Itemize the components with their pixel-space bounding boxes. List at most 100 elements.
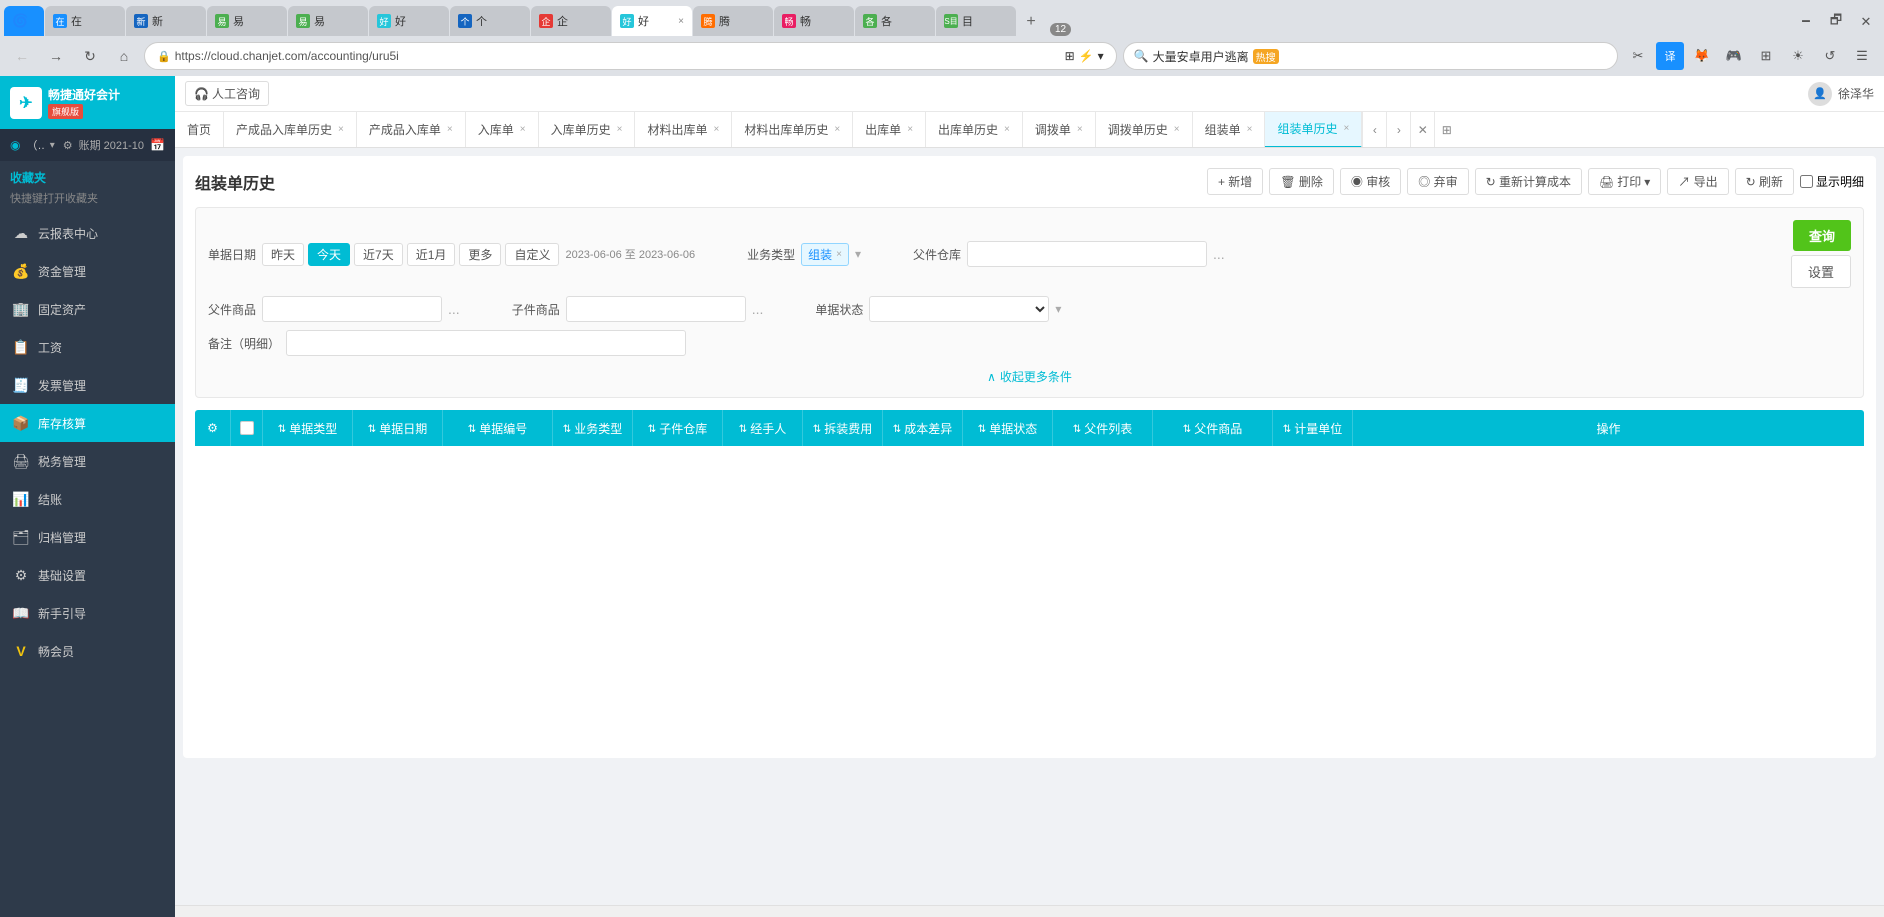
th-unit[interactable]: 计量单位 (1273, 410, 1353, 446)
custom-btn[interactable]: 自定义 (505, 243, 559, 266)
sidebar-item-fund[interactable]: 💰 资金管理 (0, 252, 175, 290)
tab-close-icon[interactable]: × (1343, 123, 1349, 134)
browser-tab-6[interactable]: 个 个 (450, 6, 530, 36)
abandon-button[interactable]: ◎ 弃审 (1407, 168, 1468, 195)
game-icon[interactable]: 🎮 (1720, 42, 1748, 70)
yesterday-btn[interactable]: 昨天 (262, 243, 304, 266)
browser-tab-7[interactable]: 企 企 (531, 6, 611, 36)
browser-tab-2[interactable]: 新 新 (126, 6, 206, 36)
child-goods-dots[interactable]: ... (752, 301, 764, 317)
browser-minimize[interactable]: 🗕 (1792, 8, 1820, 36)
print-dropdown[interactable]: ▾ (1644, 175, 1650, 189)
browser-tab-9[interactable]: 腾 腾 (693, 6, 773, 36)
browser-tab-8[interactable]: 好 好 × (612, 6, 692, 36)
browser-close[interactable]: ✕ (1852, 8, 1880, 36)
tab-close-all[interactable]: ✕ (1410, 112, 1434, 148)
tab-prod-in[interactable]: 产成品入库单 × (357, 112, 466, 148)
tab-close-icon[interactable]: × (1174, 124, 1180, 135)
home-button[interactable]: ⌂ (110, 42, 138, 70)
tab-close-icon[interactable]: × (1247, 124, 1253, 135)
back-button[interactable]: ← (8, 42, 36, 70)
undo-icon[interactable]: ↺ (1816, 42, 1844, 70)
browser-tab-1[interactable]: 在 在 (45, 6, 125, 36)
cut-icon[interactable]: ✂ (1624, 42, 1652, 70)
biz-type-dropdown[interactable]: ▾ (855, 247, 861, 261)
tab-close-icon[interactable]: × (338, 124, 344, 135)
favorites-shortcut[interactable]: 快捷键打开收藏夹 (10, 190, 165, 206)
bill-status-select[interactable] (869, 296, 1049, 322)
sidebar-item-payroll[interactable]: 📋 工资 (0, 328, 175, 366)
7days-btn[interactable]: 近7天 (354, 243, 403, 266)
browser-tab-11[interactable]: 各 各 (855, 6, 935, 36)
sidebar-item-vip[interactable]: V 畅会员 (0, 632, 175, 670)
th-handler[interactable]: 经手人 (723, 410, 803, 446)
tab-close-icon[interactable]: × (834, 124, 840, 135)
browser-tab-4[interactable]: 易 易 (288, 6, 368, 36)
query-button[interactable]: 查询 (1793, 220, 1851, 251)
th-cost-diff[interactable]: 成本差异 (883, 410, 963, 446)
tab-home[interactable]: 首页 (175, 112, 224, 148)
th-bill-no[interactable]: 单据编号 (443, 410, 553, 446)
menu-icon[interactable]: ☰ (1848, 42, 1876, 70)
tab-scroll-right[interactable]: › (1386, 112, 1410, 148)
tab-close-icon[interactable]: × (447, 124, 453, 135)
tab-mat-out[interactable]: 材料出库单 × (635, 112, 732, 148)
account-selector[interactable]: ◉ （勿删勿禁用）江西服宝测试专用 ▾ ⚙ 账期 2021-10 📅 (0, 129, 175, 161)
new-button[interactable]: + 新增 (1207, 168, 1263, 195)
grid2-icon[interactable]: ⊞ (1752, 42, 1780, 70)
tab-prod-in-hist[interactable]: 产成品入库单历史 × (224, 112, 357, 148)
parent-wh-dots[interactable]: ... (1213, 246, 1225, 262)
more-btn[interactable]: 更多 (459, 243, 501, 266)
sidebar-item-asset[interactable]: 🏢 固定资产 (0, 290, 175, 328)
tab-scroll-left[interactable]: ‹ (1362, 112, 1386, 148)
sidebar-item-archive[interactable]: 🗂 归档管理 (0, 518, 175, 556)
tab-adjust-hist[interactable]: 调拨单历史 × (1096, 112, 1193, 148)
collapse-button[interactable]: ∧ 收起更多条件 (987, 368, 1072, 385)
browser-tab-3[interactable]: 易 易 (207, 6, 287, 36)
th-check[interactable] (231, 410, 263, 446)
tab-assemble[interactable]: 组装单 × (1193, 112, 1266, 148)
parent-goods-dots[interactable]: ... (448, 301, 460, 317)
tab-close-icon[interactable]: × (617, 124, 623, 135)
th-bill-status[interactable]: 单据状态 (963, 410, 1053, 446)
browser-tab-12[interactable]: S目 目 (936, 6, 1016, 36)
sidebar-item-settlement[interactable]: 📊 结账 (0, 480, 175, 518)
tab-close-icon[interactable]: × (1077, 124, 1083, 135)
fox-icon[interactable]: 🦊 (1688, 42, 1716, 70)
export-button[interactable]: ↗ 导出 (1667, 168, 1728, 195)
service-button[interactable]: 🎧 人工咨询 (185, 81, 269, 106)
browser-tab-5[interactable]: 好 好 (369, 6, 449, 36)
bill-status-dropdown[interactable]: ▾ (1055, 302, 1061, 316)
tab-in-hist[interactable]: 入库单历史 × (539, 112, 636, 148)
th-sub-wh[interactable]: 子件仓库 (633, 410, 723, 446)
th-settings[interactable]: ⚙ (195, 410, 231, 446)
th-dis-fee[interactable]: 拆装费用 (803, 410, 883, 446)
sidebar-item-invoice[interactable]: 🧾 发票管理 (0, 366, 175, 404)
reload-button[interactable]: ↻ (76, 42, 104, 70)
sidebar-item-inventory[interactable]: 📦 库存核算 (0, 404, 175, 442)
sidebar-item-guide[interactable]: 📖 新手引导 (0, 594, 175, 632)
filter-settings-button[interactable]: 设置 (1791, 255, 1851, 288)
forward-button[interactable]: → (42, 42, 70, 70)
tab-more[interactable]: ⊞ (1434, 112, 1458, 148)
th-parent-goods[interactable]: 父件商品 (1153, 410, 1273, 446)
recalc-button[interactable]: ↻ 重新计算成本 (1475, 168, 1582, 195)
tab-close-icon[interactable]: × (713, 124, 719, 135)
delete-button[interactable]: 🗑 删除 (1269, 168, 1334, 195)
remark-input[interactable] (286, 330, 686, 356)
sun-icon[interactable]: ☀ (1784, 42, 1812, 70)
parent-goods-input[interactable] (262, 296, 442, 322)
sidebar-item-settings[interactable]: ⚙ 基础设置 (0, 556, 175, 594)
th-bill-type[interactable]: 单据类型 (263, 410, 353, 446)
tab-adjust[interactable]: 调拨单 × (1023, 112, 1096, 148)
dropdown-icon[interactable]: ▾ (1098, 49, 1104, 63)
tab-in-order[interactable]: 入库单 × (466, 112, 539, 148)
tab-out-order[interactable]: 出库单 × (853, 112, 926, 148)
tab-mat-out-hist[interactable]: 材料出库单历史 × (732, 112, 853, 148)
th-biz-type[interactable]: 业务类型 (553, 410, 633, 446)
search-bar[interactable]: 🔍 大量安卓用户逃离 热搜 (1123, 42, 1618, 70)
print-button[interactable]: 🖨 打印 ▾ (1588, 168, 1661, 195)
today-btn[interactable]: 今天 (308, 243, 350, 266)
child-goods-input[interactable] (566, 296, 746, 322)
select-all-checkbox[interactable] (240, 421, 254, 435)
